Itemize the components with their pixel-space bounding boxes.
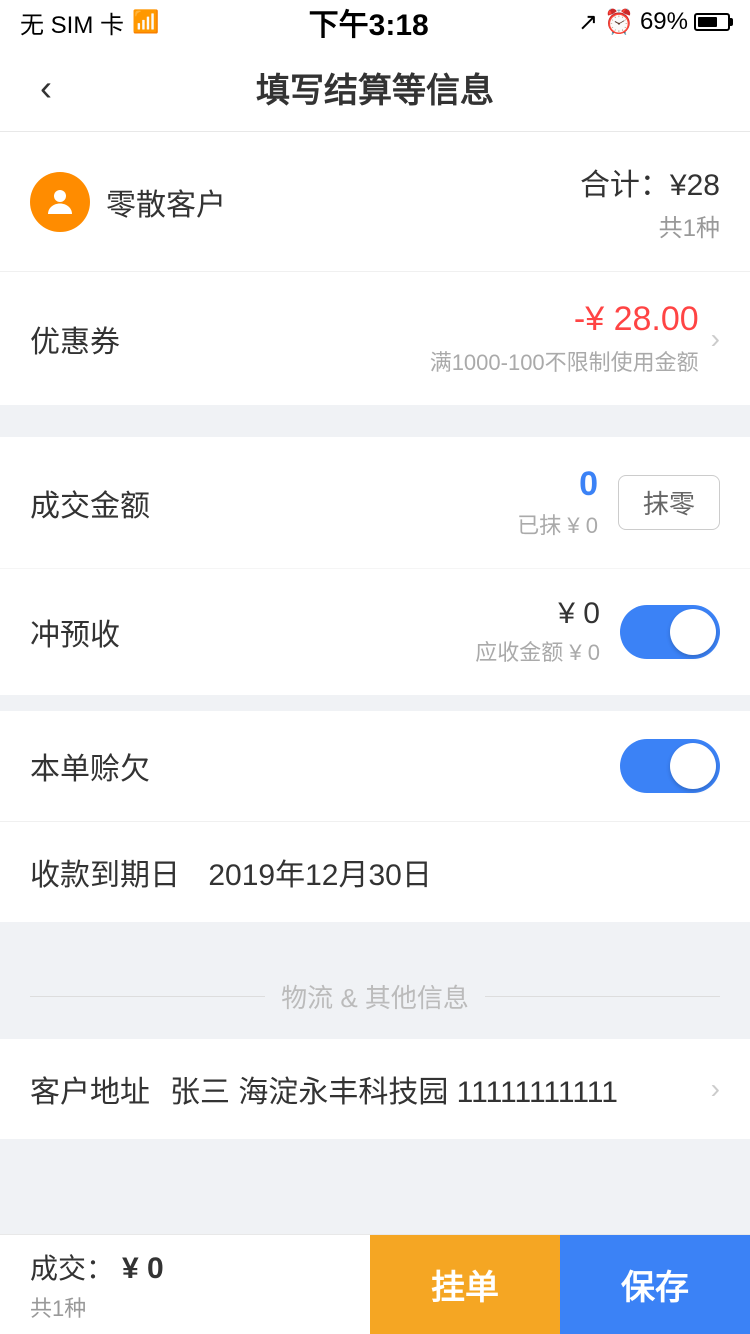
alarm-icon: ⏰: [604, 8, 634, 37]
prepay-toggle[interactable]: [620, 605, 720, 659]
address-label: 客户地址: [30, 1067, 150, 1111]
status-time: 下午3:18: [309, 0, 429, 44]
debt-row: 本单赊欠: [0, 711, 750, 821]
debt-toggle-knob: [670, 743, 716, 789]
avatar: [30, 172, 90, 232]
location-icon: ↗: [578, 8, 598, 37]
status-right: ↗ ⏰ 69%: [578, 8, 730, 37]
logistics-label: 物流 & 其他信息: [281, 978, 469, 1015]
logistics-header: 物流 & 其他信息: [0, 954, 750, 1039]
transaction-label: 成交金额: [30, 481, 150, 525]
battery-indicator: [694, 13, 730, 31]
coupon-amount: -¥ 28.00: [430, 300, 699, 339]
footer-info: 成交： ¥ 0 共1种: [0, 1235, 370, 1334]
pending-button[interactable]: 挂单: [370, 1235, 560, 1334]
footer-deal-label: 成交：: [30, 1247, 114, 1287]
coupon-label: 优惠券: [30, 317, 120, 361]
prepay-row: 冲预收 ¥ 0 应收金额 ¥ 0: [0, 569, 750, 695]
status-bar: 无 SIM 卡 📶 下午3:18 ↗ ⏰ 69%: [0, 0, 750, 44]
debt-label: 本单赊欠: [30, 744, 150, 788]
prepay-sub: 应收金额 ¥ 0: [475, 635, 600, 667]
page-title: 填写结算等信息: [256, 63, 494, 112]
toggle-knob: [670, 609, 716, 655]
logistics-line-right: [485, 996, 720, 997]
total-count: 共1种: [580, 208, 720, 243]
coupon-desc: 满1000-100不限制使用金额: [430, 345, 699, 377]
nav-bar: ‹ 填写结算等信息: [0, 44, 750, 132]
round-zero-button[interactable]: 抹零: [618, 475, 720, 530]
wifi-icon: 📶: [132, 9, 159, 35]
due-date-row: 收款到期日 2019年12月30日: [0, 821, 750, 922]
footer-deal-amount: ¥ 0: [122, 1252, 164, 1286]
transaction-value: 0: [579, 465, 598, 503]
coupon-chevron-icon: ›: [711, 323, 720, 355]
section-divider-3: [0, 938, 750, 954]
back-button[interactable]: ‹: [30, 57, 62, 119]
address-section: 客户地址 张三 海淀永丰科技园 11111111111 ›: [0, 1039, 750, 1139]
debt-toggle[interactable]: [620, 739, 720, 793]
transaction-section: 成交金额 0 已抹 ¥ 0 抹零 冲预收 ¥ 0 应收金额 ¥ 0: [0, 437, 750, 695]
section-divider-2: [0, 695, 750, 711]
customer-row: 零散客户 合计：¥28 共1种: [0, 132, 750, 271]
due-date-label: 收款到期日: [30, 859, 180, 892]
due-date-value: 2019年12月30日: [208, 859, 431, 892]
customer-section: 零散客户 合计：¥28 共1种 优惠券 -¥ 28.00 满1000-100不限…: [0, 132, 750, 405]
prepay-label: 冲预收: [30, 610, 120, 654]
save-button[interactable]: 保存: [560, 1235, 750, 1334]
logistics-line-left: [30, 996, 265, 997]
footer: 成交： ¥ 0 共1种 挂单 保存: [0, 1234, 750, 1334]
total-amount: 合计：¥28: [580, 160, 720, 204]
transaction-sub: 已抹 ¥ 0: [517, 508, 598, 540]
prepay-amount: ¥ 0: [475, 597, 600, 631]
coupon-row[interactable]: 优惠券 -¥ 28.00 满1000-100不限制使用金额 ›: [0, 271, 750, 405]
transaction-row: 成交金额 0 已抹 ¥ 0 抹零: [0, 437, 750, 569]
footer-count: 共1种: [30, 1291, 340, 1323]
customer-name: 零散客户: [106, 180, 226, 224]
address-value: 张三 海淀永丰科技园 11111111111: [170, 1067, 711, 1111]
section-divider-1: [0, 421, 750, 437]
battery-percent: 69%: [640, 8, 688, 36]
address-chevron-icon: ›: [711, 1073, 720, 1105]
status-carrier: 无 SIM 卡 📶: [20, 5, 159, 40]
debt-section: 本单赊欠 收款到期日 2019年12月30日: [0, 711, 750, 922]
address-row[interactable]: 客户地址 张三 海淀永丰科技园 11111111111 ›: [0, 1039, 750, 1139]
